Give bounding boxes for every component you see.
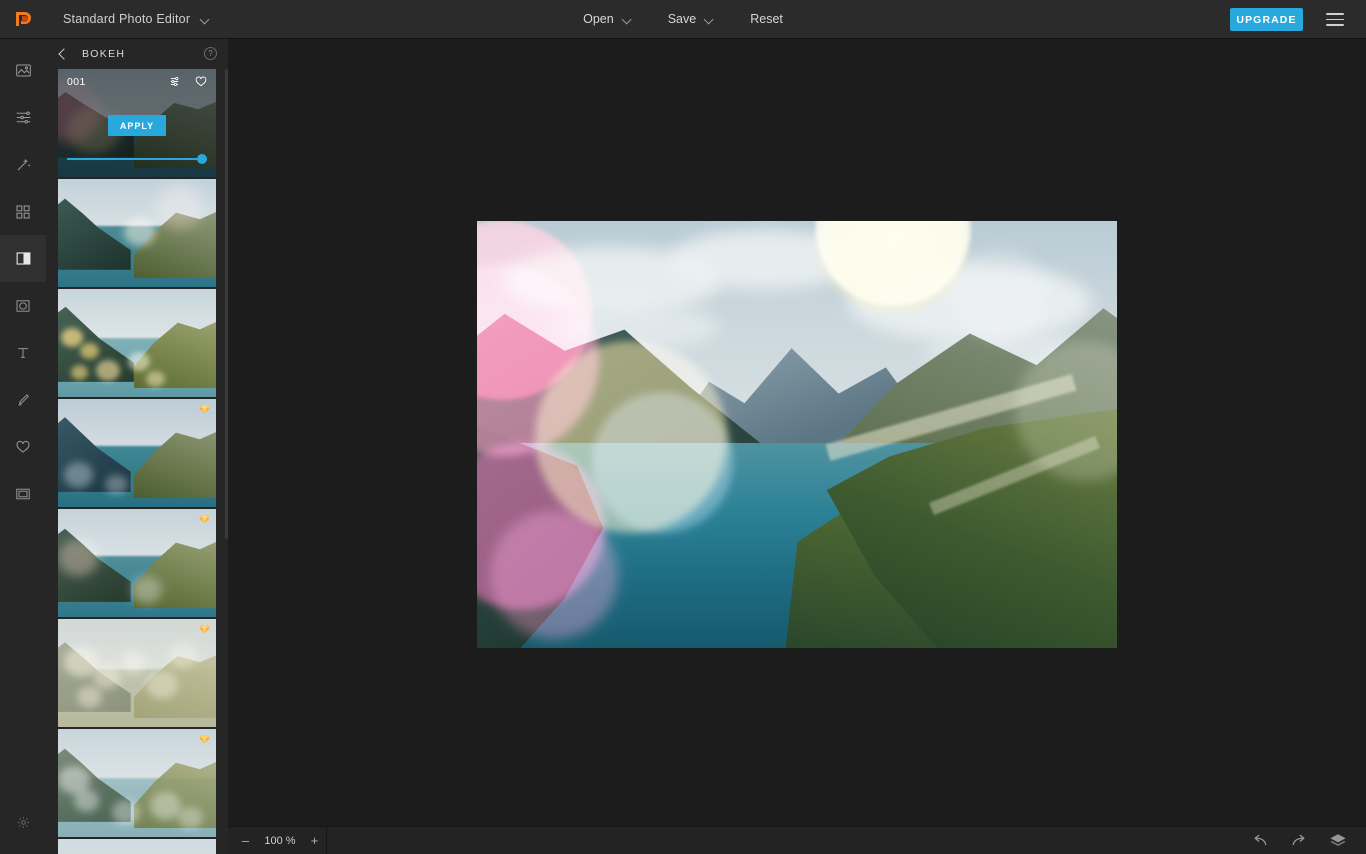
menu-open-label: Open bbox=[583, 12, 614, 26]
image-icon bbox=[15, 64, 31, 77]
slider-knob[interactable] bbox=[197, 154, 207, 164]
effect-thumbnail-list[interactable]: 001 APPLY bbox=[46, 69, 228, 854]
menu-reset[interactable]: Reset bbox=[732, 12, 801, 26]
grid-squares-icon bbox=[16, 204, 30, 219]
heart-favorites-icon bbox=[16, 440, 30, 453]
adjust-sliders-icon[interactable] bbox=[169, 75, 182, 88]
top-menu: Open Save Reset bbox=[565, 12, 801, 26]
rail-item-image[interactable] bbox=[0, 47, 46, 94]
bokeh-circle bbox=[592, 391, 733, 533]
bottom-bar: – 100 % + bbox=[228, 826, 1366, 854]
zoom-level-label: 100 % bbox=[264, 834, 296, 847]
list-item[interactable] bbox=[58, 839, 216, 854]
app-root: Standard Photo Editor Open Save Reset UP… bbox=[0, 0, 1366, 854]
bottom-bar-divider bbox=[326, 826, 327, 854]
list-item[interactable]: 001 APPLY bbox=[58, 69, 216, 177]
rail-item-favorites[interactable] bbox=[0, 423, 46, 470]
effect-code-label: 001 bbox=[67, 76, 86, 88]
rail-item-brush[interactable] bbox=[0, 376, 46, 423]
thumb-preview bbox=[58, 289, 216, 397]
rail-item-magic-wand[interactable] bbox=[0, 141, 46, 188]
history-controls bbox=[1251, 832, 1366, 850]
list-item[interactable] bbox=[58, 399, 216, 507]
rail-item-vignette[interactable] bbox=[0, 282, 46, 329]
hamburger-menu-icon[interactable] bbox=[1326, 12, 1346, 28]
thumb-preview bbox=[58, 509, 216, 617]
text-tool-icon bbox=[18, 347, 28, 358]
rail-item-effects[interactable] bbox=[0, 235, 46, 282]
chevron-left-icon[interactable] bbox=[56, 47, 70, 61]
heart-outline-icon[interactable] bbox=[194, 75, 208, 88]
chevron-down-icon bbox=[201, 15, 210, 24]
app-switcher[interactable]: Standard Photo Editor bbox=[63, 12, 210, 26]
panel-header: BOKEH ? bbox=[46, 39, 228, 69]
effects-panel: BOKEH ? 001 APPLY bbox=[46, 39, 228, 854]
brand-logo[interactable] bbox=[0, 0, 46, 39]
menu-reset-label: Reset bbox=[750, 12, 783, 26]
rail-bottom bbox=[0, 799, 46, 846]
brush-tool-icon bbox=[18, 393, 29, 406]
top-bar-right: UPGRADE bbox=[1230, 0, 1366, 39]
gem-diamond-icon bbox=[199, 625, 210, 634]
thumb-preview bbox=[58, 729, 216, 837]
gem-diamond-icon bbox=[199, 515, 210, 524]
thumb-preview bbox=[58, 839, 216, 854]
list-item[interactable] bbox=[58, 619, 216, 727]
menu-open[interactable]: Open bbox=[565, 12, 650, 26]
app-name-label: Standard Photo Editor bbox=[63, 12, 191, 26]
zoom-in-button[interactable]: + bbox=[303, 829, 326, 853]
gear-icon bbox=[17, 816, 29, 829]
thumb-action-icons bbox=[169, 75, 208, 88]
redo-arrow-icon[interactable] bbox=[1290, 832, 1308, 850]
thumb-preview bbox=[58, 619, 216, 727]
list-item[interactable] bbox=[58, 729, 216, 837]
panel-title: BOKEH bbox=[82, 48, 126, 60]
gem-diamond-icon bbox=[199, 405, 210, 414]
canvas-area[interactable] bbox=[228, 39, 1366, 826]
upgrade-button[interactable]: UPGRADE bbox=[1230, 8, 1303, 31]
chevron-down-icon bbox=[705, 15, 714, 24]
list-item[interactable] bbox=[58, 179, 216, 287]
help-question-icon[interactable]: ? bbox=[204, 47, 217, 60]
brand-logo-icon bbox=[16, 12, 31, 26]
photo-canvas[interactable] bbox=[477, 221, 1117, 648]
menu-save[interactable]: Save bbox=[650, 12, 733, 26]
rail-item-settings[interactable] bbox=[0, 799, 46, 846]
rail-item-grid[interactable] bbox=[0, 188, 46, 235]
gem-diamond-icon bbox=[199, 735, 210, 744]
top-bar: Standard Photo Editor Open Save Reset UP… bbox=[0, 0, 1366, 39]
layers-icon[interactable] bbox=[1329, 832, 1347, 850]
thumb-preview bbox=[58, 399, 216, 507]
frame-border-icon bbox=[16, 488, 30, 499]
adjust-sliders-icon bbox=[16, 111, 30, 124]
list-item[interactable] bbox=[58, 509, 216, 617]
zoom-out-button[interactable]: – bbox=[234, 829, 257, 853]
effects-split-icon bbox=[16, 252, 30, 265]
bokeh-circle bbox=[489, 511, 618, 640]
effect-intensity-slider[interactable] bbox=[67, 154, 207, 164]
apply-button[interactable]: APPLY bbox=[108, 115, 166, 136]
menu-save-label: Save bbox=[667, 12, 697, 26]
thumb-preview bbox=[58, 179, 216, 287]
list-item[interactable] bbox=[58, 289, 216, 397]
undo-arrow-icon[interactable] bbox=[1251, 832, 1269, 850]
rail-item-frame[interactable] bbox=[0, 470, 46, 517]
vignette-frame-icon bbox=[16, 299, 30, 312]
zoom-controls: – 100 % + bbox=[228, 829, 326, 853]
slider-track bbox=[67, 158, 207, 160]
tool-rail bbox=[0, 39, 46, 854]
chevron-down-icon bbox=[623, 15, 632, 24]
bokeh-circle bbox=[950, 246, 1047, 341]
rail-item-adjust[interactable] bbox=[0, 94, 46, 141]
rail-item-text[interactable] bbox=[0, 329, 46, 376]
magic-wand-icon bbox=[17, 158, 31, 171]
